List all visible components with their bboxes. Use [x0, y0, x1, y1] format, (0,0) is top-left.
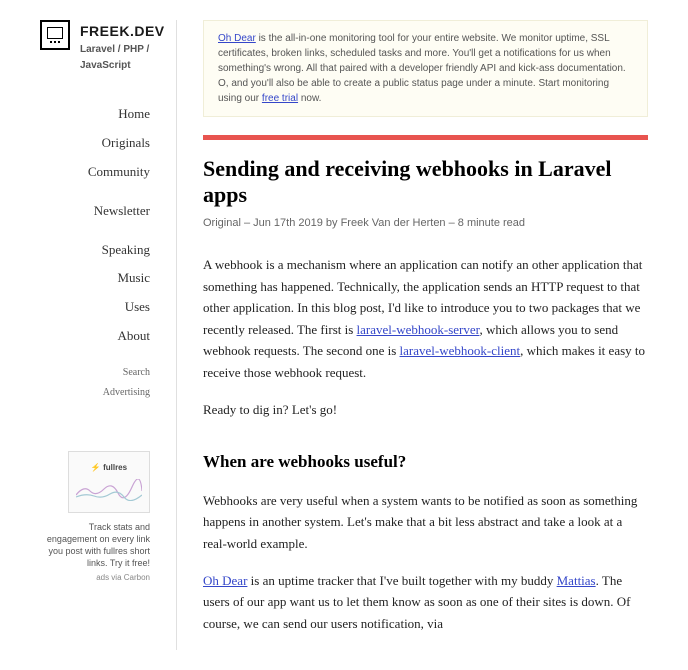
link-ohdear[interactable]: Oh Dear — [203, 573, 247, 588]
nav-speaking[interactable]: Speaking — [40, 240, 150, 261]
promo-link-trial[interactable]: free trial — [262, 93, 298, 104]
site-title[interactable]: FREEK.DEV — [80, 20, 165, 42]
link-webhook-client[interactable]: laravel-webhook-client — [400, 343, 521, 358]
carbon-ad-image: ⚡ fullres — [68, 451, 150, 513]
carbon-ad-text: Track stats and engagement on every link… — [40, 521, 150, 570]
site-header: FREEK.DEV Laravel / PHP / JavaScript — [40, 20, 150, 74]
nav-originals[interactable]: Originals — [40, 133, 150, 154]
nav-home[interactable]: Home — [40, 104, 150, 125]
nav-about[interactable]: About — [40, 326, 150, 347]
nav-community[interactable]: Community — [40, 162, 150, 183]
promo-link-ohdear[interactable]: Oh Dear — [218, 33, 256, 44]
promo-banner: Oh Dear is the all-in-one monitoring too… — [203, 20, 648, 117]
sidebar-nav: Home Originals Community Newsletter Spea… — [40, 104, 150, 400]
article-title: Sending and receiving webhooks in Larave… — [203, 156, 648, 209]
nav-music[interactable]: Music — [40, 268, 150, 289]
article-body: A webhook is a mechanism where an applic… — [203, 254, 648, 634]
vertical-divider — [176, 20, 177, 650]
nav-search[interactable]: Search — [40, 365, 150, 381]
nav-uses[interactable]: Uses — [40, 297, 150, 318]
logo-icon[interactable] — [40, 20, 70, 50]
site-tagline: Laravel / PHP / JavaScript — [80, 42, 165, 74]
article-meta: Original – Jun 17th 2019 by Freek Van de… — [203, 215, 648, 233]
sparkline-icon — [76, 479, 142, 501]
link-mattias[interactable]: Mattias — [557, 573, 596, 588]
link-webhook-server[interactable]: laravel-webhook-server — [357, 322, 480, 337]
carbon-ad-via: ads via Carbon — [40, 572, 150, 585]
section-heading: When are webhooks useful? — [203, 448, 648, 475]
nav-newsletter[interactable]: Newsletter — [40, 201, 150, 222]
nav-advertising[interactable]: Advertising — [40, 385, 150, 401]
accent-bar — [203, 135, 648, 140]
carbon-ad[interactable]: ⚡ fullres Track stats and engagement on … — [40, 451, 150, 585]
